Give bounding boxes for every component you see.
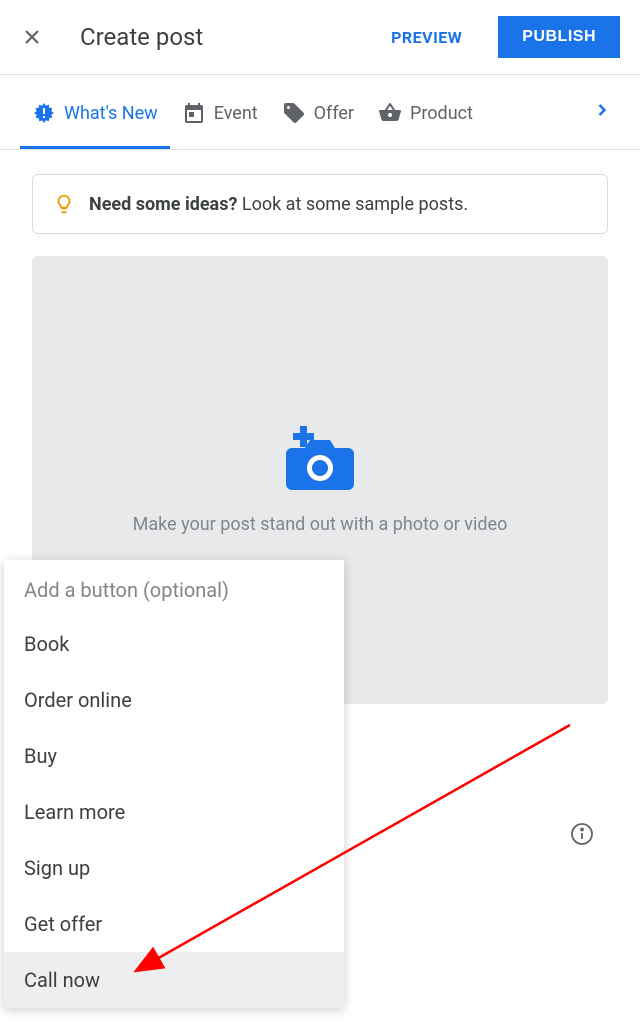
chevron-right-icon[interactable]	[584, 92, 620, 132]
tab-product[interactable]: Product	[366, 75, 485, 149]
tab-offer[interactable]: Offer	[270, 75, 366, 149]
tab-event[interactable]: Event	[170, 75, 270, 149]
media-caption: Make your post stand out with a photo or…	[133, 514, 508, 535]
ideas-banner[interactable]: Need some ideas? Look at some sample pos…	[32, 174, 608, 234]
page-title: Create post	[80, 23, 379, 51]
header: Create post PREVIEW PUBLISH	[0, 0, 640, 75]
close-icon[interactable]	[20, 25, 44, 49]
dropdown-item-call-now[interactable]: Call now	[4, 952, 344, 1008]
tab-label: Event	[214, 103, 258, 124]
dropdown-item-get-offer[interactable]: Get offer	[4, 896, 344, 952]
starburst-icon	[32, 101, 56, 125]
ideas-bold: Need some ideas?	[89, 194, 237, 215]
basket-icon	[378, 101, 402, 125]
add-photo-icon	[282, 426, 358, 496]
dropdown-item-order-online[interactable]: Order online	[4, 672, 344, 728]
ideas-rest: Look at some sample posts.	[237, 194, 468, 215]
dropdown-item-buy[interactable]: Buy	[4, 728, 344, 784]
tabs: What's New Event Offer Product	[0, 75, 640, 150]
tab-label: Offer	[314, 103, 354, 124]
calendar-icon	[182, 101, 206, 125]
dropdown-item-sign-up[interactable]: Sign up	[4, 840, 344, 896]
dropdown-item-learn-more[interactable]: Learn more	[4, 784, 344, 840]
tag-icon	[282, 101, 306, 125]
tab-whats-new[interactable]: What's New	[20, 75, 170, 149]
dropdown-header: Add a button (optional)	[4, 560, 344, 616]
preview-button[interactable]: PREVIEW	[379, 20, 474, 55]
tab-label: What's New	[64, 103, 158, 124]
publish-button[interactable]: PUBLISH	[498, 16, 620, 58]
button-dropdown: Add a button (optional) Book Order onlin…	[4, 560, 344, 1008]
ideas-text: Need some ideas? Look at some sample pos…	[89, 194, 468, 215]
lightbulb-icon	[53, 193, 75, 215]
tab-label: Product	[410, 103, 473, 124]
dropdown-item-book[interactable]: Book	[4, 616, 344, 672]
info-icon[interactable]	[570, 822, 594, 846]
